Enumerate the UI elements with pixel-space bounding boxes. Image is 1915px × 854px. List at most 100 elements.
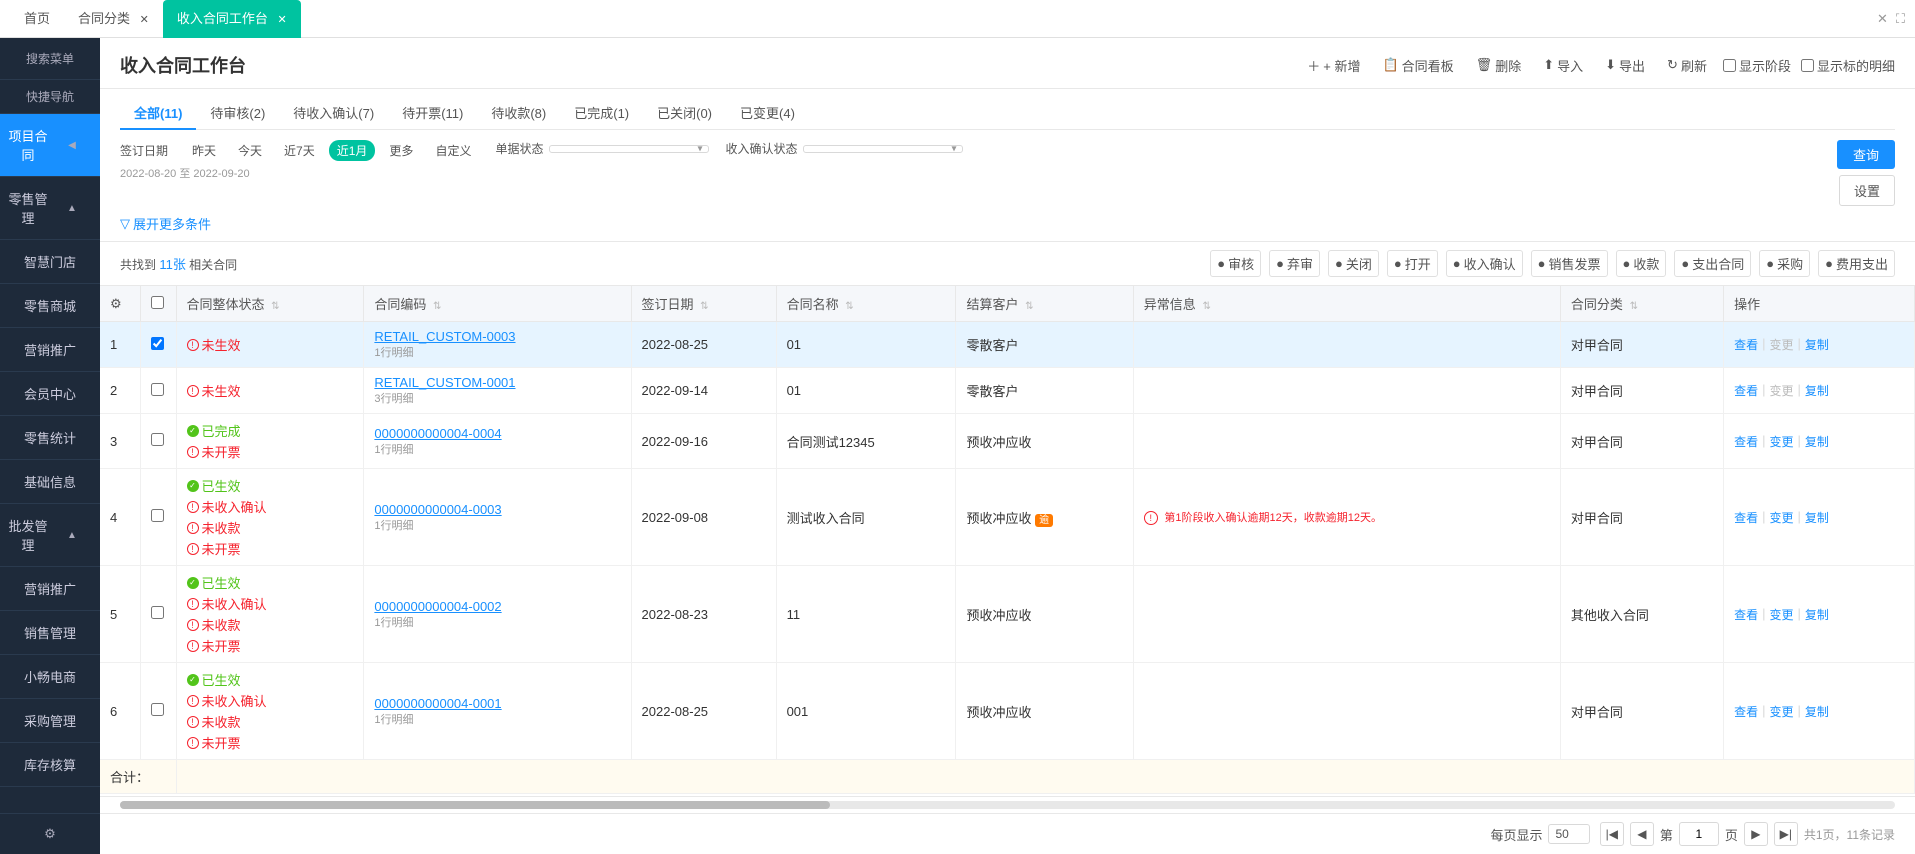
view-btn-4[interactable]: 查看 [1734,509,1758,526]
page-number-input[interactable] [1679,822,1719,846]
row-checkbox-4[interactable] [151,509,164,522]
col-settings[interactable]: ⚙ [100,286,140,322]
date-btn-more[interactable]: 更多 [381,140,421,161]
copy-btn-6[interactable]: 复制 [1805,703,1829,720]
copy-btn-1[interactable]: 复制 [1805,336,1829,353]
col-checkbox[interactable] [140,286,176,322]
date-btn-7days[interactable]: 近7天 [276,140,323,161]
sidebar-search[interactable]: 搜索菜单 [0,38,100,80]
sort-icon-exception[interactable]: ⇅ [1202,301,1210,312]
page-size-select[interactable]: 50 [1548,824,1589,844]
toolbar-receive[interactable]: ● 收款 [1616,250,1667,277]
filter-tab-changed[interactable]: 已变更(4) [726,97,809,130]
add-button[interactable]: ＋ + 新增 [1301,53,1366,78]
tab-income-contract[interactable]: 收入合同工作台 ✕ [163,0,301,38]
edit-btn-5[interactable]: 变更 [1769,606,1793,623]
show-stage-check[interactable] [1723,59,1736,72]
row-check-6[interactable] [140,663,176,760]
tab-contract-category[interactable]: 合同分类 ✕ [64,0,163,38]
row-check-2[interactable] [140,368,176,414]
sidebar-item-marketing-2[interactable]: 营销推广 [0,567,100,611]
filter-tab-pending-invoice[interactable]: 待开票(11) [388,97,477,130]
contract-link-3[interactable]: 0000000000004-0004 [374,426,620,441]
sidebar-item-retail-stats[interactable]: 零售统计 [0,416,100,460]
row-checkbox-1[interactable] [151,337,164,350]
sort-icon-customer[interactable]: ⇅ [1025,301,1033,312]
filter-tab-closed[interactable]: 已关闭(0) [643,97,726,130]
edit-btn-2[interactable]: 变更 [1769,382,1793,399]
show-detail-check[interactable] [1801,59,1814,72]
sidebar-item-basic-info[interactable]: 基础信息 [0,460,100,504]
expand-more-conditions[interactable]: ▽ 展开更多条件 [120,214,1895,233]
sidebar-item-inventory[interactable]: 库存核算 [0,743,100,787]
sidebar-item-purchase-mgmt[interactable]: 采购管理 [0,699,100,743]
copy-btn-2[interactable]: 复制 [1805,382,1829,399]
date-btn-custom[interactable]: 自定义 [427,140,479,161]
row-check-4[interactable] [140,469,176,566]
sort-icon-code[interactable]: ⇅ [433,301,441,312]
filter-tab-pending-confirm[interactable]: 待收入确认(7) [279,97,388,130]
toolbar-open[interactable]: ● 打开 [1387,250,1438,277]
row-checkbox-6[interactable] [151,703,164,716]
maximize-icon[interactable]: ⛶ [1896,11,1905,27]
sidebar-nav[interactable]: 快捷导航 [0,80,100,114]
refresh-button[interactable]: ↻ 刷新 [1661,53,1713,78]
row-checkbox-5[interactable] [151,606,164,619]
row-check-5[interactable] [140,566,176,663]
import-button[interactable]: ⬆ 导入 [1537,53,1589,78]
date-btn-today[interactable]: 今天 [230,140,270,161]
sidebar-item-project-contract[interactable]: 项目合同 ◀ [0,114,100,177]
toolbar-income-confirm[interactable]: ● 收入确认 [1446,250,1523,277]
row-checkbox-3[interactable] [151,433,164,446]
toolbar-expense-contract[interactable]: ● 支出合同 [1674,250,1751,277]
view-btn-5[interactable]: 查看 [1734,606,1758,623]
edit-btn-4[interactable]: 变更 [1769,509,1793,526]
sort-icon-status[interactable]: ⇅ [271,301,279,312]
sort-icon-date[interactable]: ⇅ [700,301,708,312]
sort-icon-category[interactable]: ⇅ [1630,301,1638,312]
sidebar-settings[interactable]: ⚙ [0,813,100,854]
toolbar-sales-invoice[interactable]: ● 销售发票 [1531,250,1608,277]
edit-btn-3[interactable]: 变更 [1769,433,1793,450]
sort-icon-name[interactable]: ⇅ [845,301,853,312]
filter-tab-completed[interactable]: 已完成(1) [560,97,643,130]
contract-link-4[interactable]: 0000000000004-0003 [374,502,620,517]
sidebar-item-sales-mgmt[interactable]: 销售管理 [0,611,100,655]
row-checkbox-2[interactable] [151,383,164,396]
contract-link-1[interactable]: RETAIL_CUSTOM-0003 [374,329,620,344]
filter-tab-pending-review[interactable]: 待审核(2) [196,97,279,130]
doc-status-select[interactable] [549,145,709,153]
contract-link-2[interactable]: RETAIL_CUSTOM-0001 [374,375,620,390]
edit-btn-1[interactable]: 变更 [1769,336,1793,353]
view-btn-2[interactable]: 查看 [1734,382,1758,399]
view-btn-3[interactable]: 查看 [1734,433,1758,450]
export-button[interactable]: ⬇ 导出 [1599,53,1651,78]
edit-btn-6[interactable]: 变更 [1769,703,1793,720]
select-all-checkbox[interactable] [151,296,164,309]
sidebar-item-retail-mgmt[interactable]: 零售管理 ▲ [0,177,100,240]
sidebar-item-ecommerce[interactable]: 小畅电商 [0,655,100,699]
row-check-1[interactable] [140,322,176,368]
tab-home[interactable]: 首页 [10,0,64,38]
filter-tab-pending-payment[interactable]: 待收款(8) [477,97,560,130]
view-btn-6[interactable]: 查看 [1734,703,1758,720]
toolbar-purchase[interactable]: ● 采购 [1759,250,1810,277]
sidebar-item-marketing-1[interactable]: 营销推广 [0,328,100,372]
contract-link-6[interactable]: 0000000000004-0001 [374,696,620,711]
query-button[interactable]: 查询 [1837,140,1895,169]
date-btn-yesterday[interactable]: 昨天 [184,140,224,161]
sidebar-item-smart-store[interactable]: 智慧门店 [0,240,100,284]
copy-btn-3[interactable]: 复制 [1805,433,1829,450]
last-page-btn[interactable]: ▶| [1774,822,1798,846]
show-detail-checkbox[interactable]: 显示标的明细 [1801,56,1895,75]
toolbar-expense[interactable]: ● 费用支出 [1818,250,1895,277]
copy-btn-5[interactable]: 复制 [1805,606,1829,623]
sidebar-item-retail-mall[interactable]: 零售商城 [0,284,100,328]
close-tab-1[interactable]: ✕ [140,14,149,26]
toolbar-close[interactable]: ● 关闭 [1328,250,1379,277]
date-btn-1month[interactable]: 近1月 [329,140,376,161]
delete-button[interactable]: 🗑 删除 [1470,53,1528,78]
show-stage-checkbox[interactable]: 显示阶段 [1723,56,1791,75]
scroll-track[interactable] [120,801,1895,809]
next-page-btn[interactable]: ▶ [1744,822,1768,846]
